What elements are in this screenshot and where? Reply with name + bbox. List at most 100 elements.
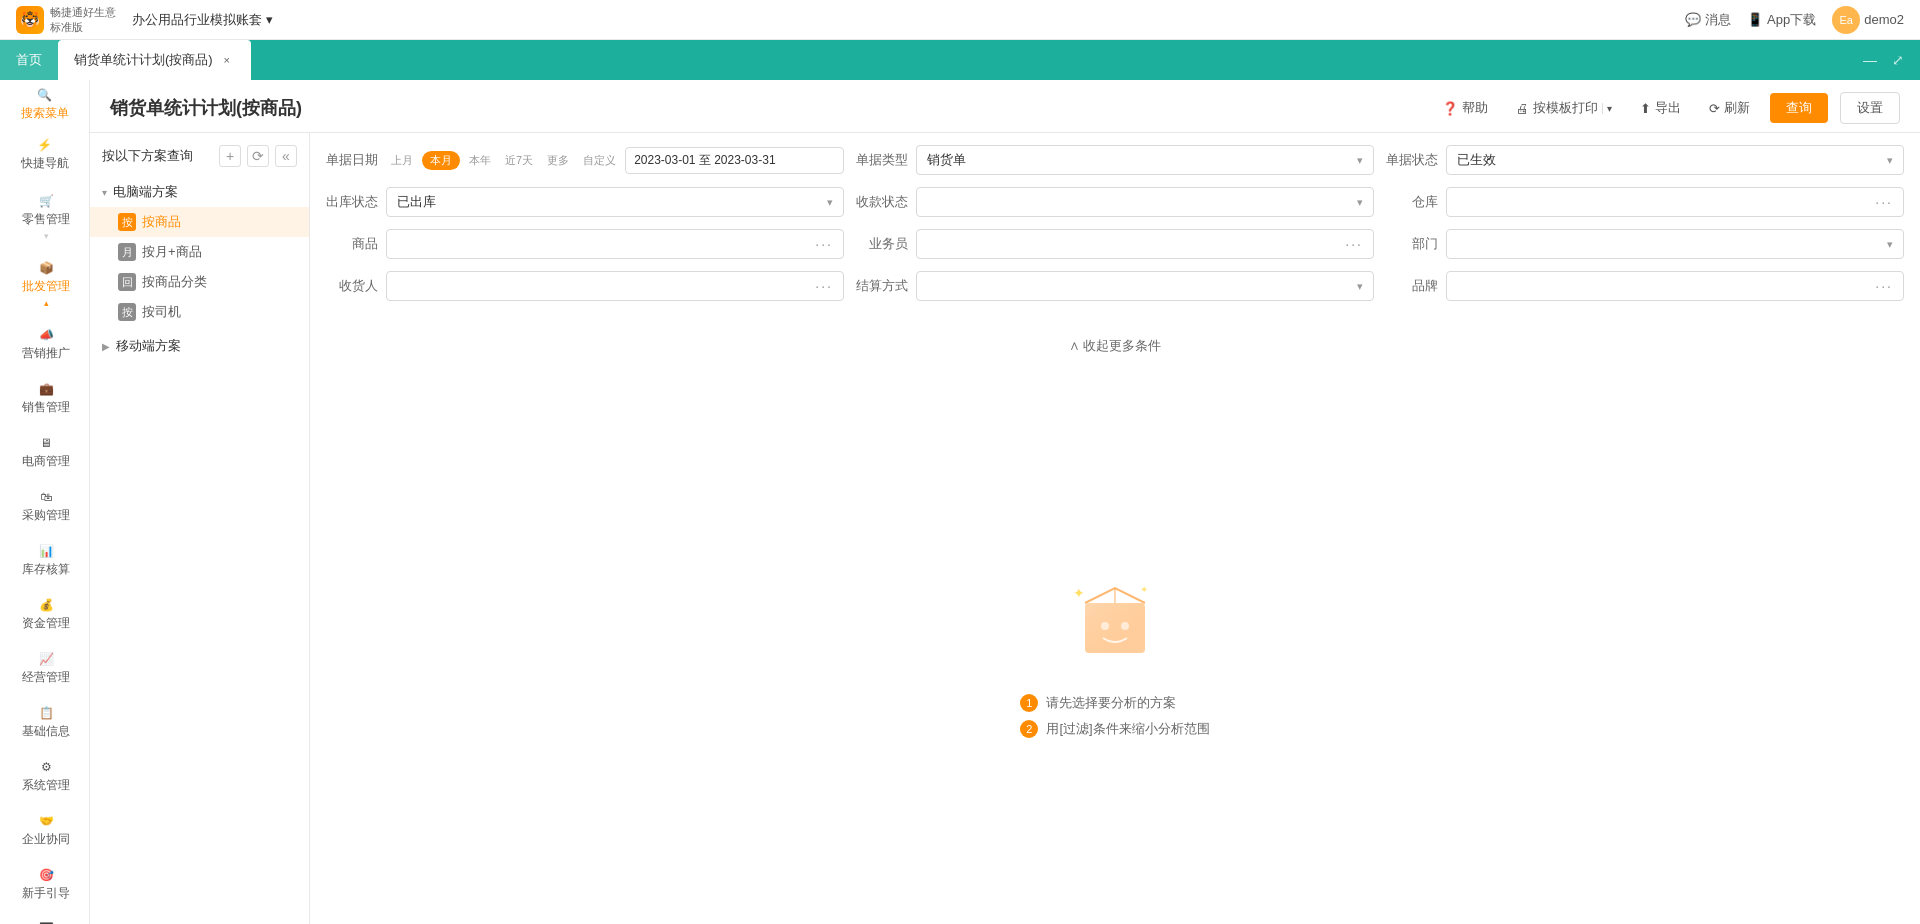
scheme-header: 按以下方案查询 + ⟳ «	[90, 141, 309, 175]
sidebar: 🔍 搜索菜单 ⚡ 快捷导航 🛒 零售管理 ▾ 📦 批发管理 ▴ 📣 营销推广 💼…	[0, 80, 90, 924]
refresh-scheme-button[interactable]: ⟳	[247, 145, 269, 167]
out-status-input[interactable]: 已出库 ▾	[386, 187, 844, 217]
dept-input[interactable]: ▾	[1446, 229, 1904, 259]
purchase-icon: 🛍	[40, 490, 52, 504]
step-1-number: 1	[1020, 694, 1038, 712]
step-2-number: 2	[1020, 720, 1038, 738]
query-button[interactable]: 查询	[1770, 93, 1828, 123]
export-icon: ⬆	[1640, 101, 1651, 116]
doc-status-input[interactable]: 已生效 ▾	[1446, 145, 1904, 175]
out-status-label: 出库状态	[326, 193, 386, 211]
sidebar-item-appcenter[interactable]: 🔲 应用中心	[0, 912, 89, 924]
template-print-button[interactable]: 🖨 按模板打印 ▾	[1508, 95, 1620, 121]
salesman-input[interactable]: ···	[916, 229, 1374, 259]
desktop-group-arrow-icon: ▾	[102, 187, 107, 198]
collapse-scheme-button[interactable]: «	[275, 145, 297, 167]
maximize-button[interactable]: ⤢	[1888, 50, 1908, 70]
collapse-more-button[interactable]: ∧ 收起更多条件	[1057, 333, 1174, 359]
date-custom[interactable]: 自定义	[578, 151, 621, 170]
close-tab-button[interactable]: ×	[219, 52, 235, 68]
scheme-item-month-goods[interactable]: 月 按月+商品	[90, 237, 309, 267]
desktop-group-header[interactable]: ▾ 电脑端方案	[90, 177, 309, 207]
help-button[interactable]: ❓ 帮助	[1434, 95, 1496, 121]
filter-row-3: 商品 ··· 业务员 ···	[326, 229, 1904, 259]
template-print-arrow-icon[interactable]: ▾	[1602, 103, 1612, 114]
nav-icon: ⚡	[37, 138, 52, 152]
tab-home[interactable]: 首页	[0, 40, 58, 80]
date-this-year[interactable]: 本年	[464, 151, 496, 170]
scheme-item-by-goods[interactable]: 按 按商品	[90, 207, 309, 237]
date-label: 单据日期	[326, 151, 386, 169]
svg-rect-0	[1085, 603, 1145, 653]
sidebar-item-enterprise[interactable]: 🤝 企业协同	[0, 804, 89, 858]
goods-category-label: 按商品分类	[142, 273, 207, 291]
system-icon: ⚙	[41, 760, 52, 774]
refresh-label: 刷新	[1724, 99, 1750, 117]
add-scheme-button[interactable]: +	[219, 145, 241, 167]
date-last-month[interactable]: 上月	[386, 151, 418, 170]
mobile-group-header[interactable]: ▶ 移动端方案	[90, 331, 309, 361]
date-this-month[interactable]: 本月	[422, 151, 460, 170]
page-title: 销货单统计计划(按商品)	[110, 96, 302, 120]
sidebar-item-sales[interactable]: 💼 销售管理	[0, 372, 89, 426]
filter-warehouse-field: 仓库 ···	[1386, 187, 1904, 217]
message-button[interactable]: 💬 消息	[1685, 11, 1731, 29]
retail-label: 零售管理	[22, 211, 70, 228]
operations-label: 经营管理	[22, 669, 70, 686]
sidebar-item-guide[interactable]: 🎯 新手引导	[0, 858, 89, 912]
enterprise-label: 企业协同	[22, 831, 70, 848]
sidebar-item-wholesale[interactable]: 📦 批发管理 ▴	[0, 251, 89, 318]
minimize-button[interactable]: —	[1860, 50, 1880, 70]
settlement-label: 结算方式	[856, 277, 916, 295]
app-selector[interactable]: 办公用品行业模拟账套 ▾	[124, 7, 281, 33]
sales-icon: 💼	[39, 382, 54, 396]
payment-status-input[interactable]: ▾	[916, 187, 1374, 217]
tab-active[interactable]: 销货单统计计划(按商品) ×	[58, 40, 251, 80]
date-range-input[interactable]: 2023-03-01 至 2023-03-31	[625, 147, 844, 174]
inventory-label: 库存核算	[22, 561, 70, 578]
date-more[interactable]: 更多	[542, 151, 574, 170]
sidebar-item-system[interactable]: ⚙ 系统管理	[0, 750, 89, 804]
filter-receiver-field: 收货人 ···	[326, 271, 844, 301]
wholesale-arrow: ▴	[44, 298, 49, 308]
refresh-button[interactable]: ⟳ 刷新	[1701, 95, 1758, 121]
export-label: 导出	[1655, 99, 1681, 117]
settlement-input[interactable]: ▾	[916, 271, 1374, 301]
settings-button[interactable]: 设置	[1840, 92, 1900, 124]
sidebar-item-finance[interactable]: 💰 资金管理	[0, 588, 89, 642]
filter-goods-field: 商品 ···	[326, 229, 844, 259]
sidebar-item-operations[interactable]: 📈 经营管理	[0, 642, 89, 696]
empty-icon-wrap: ✦ ✦	[1055, 558, 1175, 678]
mobile-group-arrow-icon: ▶	[102, 341, 110, 352]
filter-row-1: 单据日期 上月 本月 本年 近7天 更多 自定义 2023-03-01 至 20…	[326, 145, 1904, 175]
sidebar-item-inventory[interactable]: 📊 库存核算	[0, 534, 89, 588]
payment-status-chevron-icon: ▾	[1357, 196, 1363, 209]
sidebar-search[interactable]: 🔍 搜索菜单	[0, 80, 89, 130]
sidebar-item-ecommerce[interactable]: 🖥 电商管理	[0, 426, 89, 480]
content-area: 销货单统计计划(按商品) ❓ 帮助 🖨 按模板打印 ▾ ⬆ 导出 ⟳ 刷新	[90, 80, 1920, 924]
app-download-button[interactable]: 📱 App下载	[1747, 11, 1816, 29]
filter-doc-status-field: 单据状态 已生效 ▾	[1386, 145, 1904, 175]
scheme-item-by-driver[interactable]: 按 按司机	[90, 297, 309, 327]
brand-input[interactable]: ···	[1446, 271, 1904, 301]
date-last-7days[interactable]: 近7天	[500, 151, 538, 170]
payment-status-label: 收款状态	[856, 193, 916, 211]
sidebar-quick-nav[interactable]: ⚡ 快捷导航	[0, 130, 89, 180]
warehouse-input[interactable]: ···	[1446, 187, 1904, 217]
sidebar-item-retail[interactable]: 🛒 零售管理 ▾	[0, 184, 89, 251]
sidebar-item-basic[interactable]: 📋 基础信息	[0, 696, 89, 750]
scheme-item-goods-category[interactable]: 回 按商品分类	[90, 267, 309, 297]
doc-type-input[interactable]: 销货单 ▾	[916, 145, 1374, 175]
sidebar-item-purchase[interactable]: 🛍 采购管理	[0, 480, 89, 534]
user-menu[interactable]: Ea demo2	[1832, 6, 1904, 34]
warehouse-dots-icon: ···	[1875, 194, 1893, 210]
home-tab-label: 首页	[16, 51, 42, 69]
goods-input[interactable]: ···	[386, 229, 844, 259]
scheme-panel: 按以下方案查询 + ⟳ « ▾ 电脑端方案 按	[90, 133, 310, 924]
export-button[interactable]: ⬆ 导出	[1632, 95, 1689, 121]
search-label: 搜索菜单	[21, 105, 69, 122]
receiver-input[interactable]: ···	[386, 271, 844, 301]
finance-label: 资金管理	[22, 615, 70, 632]
sidebar-item-marketing[interactable]: 📣 营销推广	[0, 318, 89, 372]
doc-type-label: 单据类型	[856, 151, 916, 169]
